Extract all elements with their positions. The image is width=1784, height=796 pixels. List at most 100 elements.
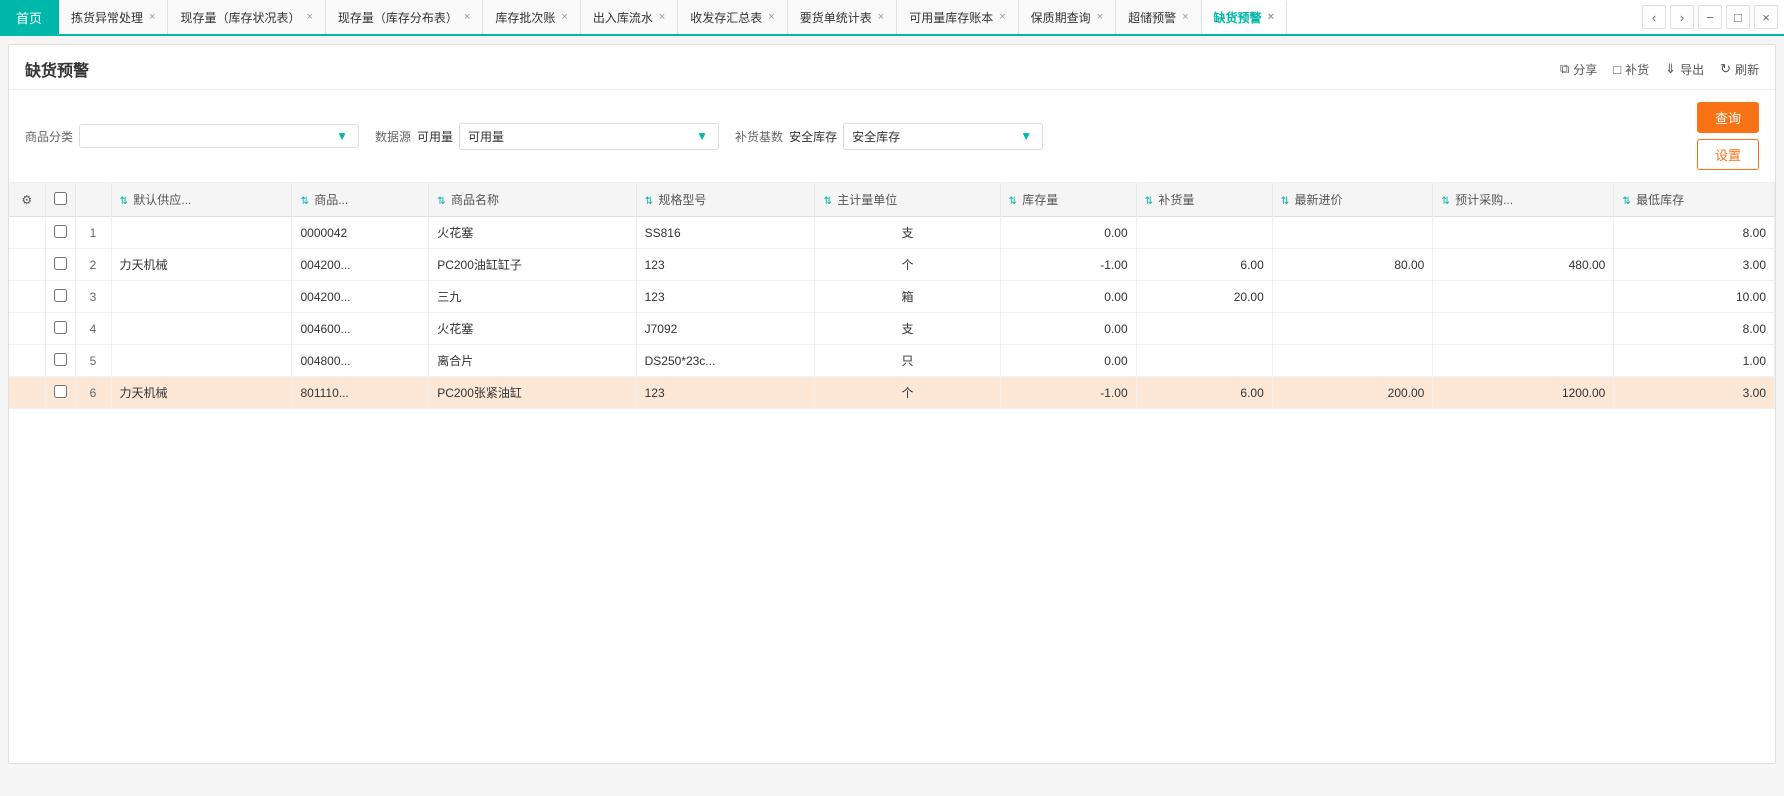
datasource-value: 可用量 bbox=[417, 128, 453, 145]
goods-name-sort-icon: ⇅ bbox=[437, 196, 445, 207]
tab-stock2[interactable]: 现存量（库存分布表） × bbox=[326, 0, 483, 34]
tab-overstock[interactable]: 超储预警× bbox=[1116, 0, 1201, 34]
row-gear-3 bbox=[9, 313, 45, 345]
export-label: 导出 bbox=[1680, 61, 1704, 78]
col-replenish-header[interactable]: ⇅ 补货量 bbox=[1136, 183, 1272, 217]
tab-close-stock2[interactable]: × bbox=[464, 11, 470, 23]
tab-close-receive[interactable]: × bbox=[768, 11, 774, 23]
col-spec-header[interactable]: ⇅ 规格型号 bbox=[636, 183, 815, 217]
tab-label-stock2: 现存量（库存分布表） bbox=[338, 9, 458, 26]
tab-inout[interactable]: 出入库流水× bbox=[581, 0, 678, 34]
tab-close-expiry[interactable]: × bbox=[1097, 11, 1103, 23]
col-goods-code-header[interactable]: ⇅ 商品... bbox=[292, 183, 429, 217]
tab-close-shortage[interactable]: × bbox=[1268, 11, 1274, 23]
tab-close-abnormal[interactable]: × bbox=[149, 11, 155, 23]
category-select[interactable]: ▼ bbox=[79, 124, 359, 148]
replenish-base-selected: 安全库存 bbox=[852, 128, 900, 145]
share-action[interactable]: ⧉ 分享 bbox=[1560, 61, 1597, 78]
tab-minimize-btn[interactable]: − bbox=[1698, 5, 1722, 29]
tab-batch[interactable]: 库存批次账 × bbox=[483, 0, 580, 34]
min-stock-sort-icon: ⇅ bbox=[1622, 196, 1630, 207]
query-button[interactable]: 查询 bbox=[1697, 102, 1759, 133]
table-body: 10000042火花塞SS816支0.008.002力天机械004200...P… bbox=[9, 217, 1775, 409]
row-checkbox-5[interactable] bbox=[54, 385, 67, 398]
row-checkbox-cell-3 bbox=[45, 313, 75, 345]
col-est-purchase-header[interactable]: ⇅ 预计采购... bbox=[1433, 183, 1614, 217]
tab-label-demand: 要货单统计表 bbox=[800, 9, 872, 26]
share-label: 分享 bbox=[1573, 61, 1597, 78]
filter-bar: 商品分类 ▼ 数据源 可用量 可用量 ▼ 补货基数 安全库存 安全库存 bbox=[9, 90, 1775, 183]
datasource-select[interactable]: 可用量 ▼ bbox=[459, 123, 719, 150]
min-stock-header-label: 最低库存 bbox=[1636, 193, 1684, 207]
gear-icon[interactable]: ⚙ bbox=[17, 193, 37, 207]
row-supplier-3 bbox=[111, 313, 292, 345]
table-row: 2力天机械004200...PC200油缸缸子123个-1.006.0080.0… bbox=[9, 249, 1775, 281]
replenish-base-label: 补货基数 bbox=[735, 128, 783, 145]
table-row: 6力天机械801110...PC200张紧油缸123个-1.006.00200.… bbox=[9, 377, 1775, 409]
export-action[interactable]: ⇓ 导出 bbox=[1665, 61, 1704, 78]
tab-prev-btn[interactable]: ‹ bbox=[1642, 5, 1666, 29]
row-checkbox-cell-0 bbox=[45, 217, 75, 249]
row-seq-4: 5 bbox=[75, 345, 111, 377]
col-min-stock-header[interactable]: ⇅ 最低库存 bbox=[1614, 183, 1775, 217]
col-stock-header[interactable]: ⇅ 库存量 bbox=[1000, 183, 1136, 217]
row-gear-4 bbox=[9, 345, 45, 377]
row-latest_price-0 bbox=[1272, 217, 1433, 249]
col-unit-header[interactable]: ⇅ 主计量单位 bbox=[815, 183, 1000, 217]
tab-receive[interactable]: 收发存汇总表× bbox=[678, 0, 787, 34]
tab-label-abnormal: 拣货异常处理 bbox=[71, 9, 143, 26]
datasource-label: 数据源 bbox=[375, 128, 411, 145]
tab-close-demand[interactable]: × bbox=[878, 11, 884, 23]
row-unit-3: 支 bbox=[815, 313, 1000, 345]
tab-close-batch[interactable]: × bbox=[561, 11, 567, 23]
tab-label-batch: 库存批次账 bbox=[495, 9, 555, 26]
row-est_purchase-4 bbox=[1433, 345, 1614, 377]
category-arrow-icon: ▼ bbox=[336, 129, 348, 143]
tab-stock1[interactable]: 现存量（库存状况表） × bbox=[168, 0, 325, 34]
tab-demand[interactable]: 要货单统计表 × bbox=[788, 0, 897, 34]
tab-close-stock1[interactable]: × bbox=[306, 11, 312, 23]
row-checkbox-2[interactable] bbox=[54, 289, 67, 302]
tab-abnormal[interactable]: 拣货异常处理 × bbox=[59, 0, 168, 34]
refresh-icon: ↻ bbox=[1720, 61, 1731, 77]
tab-close-inout[interactable]: × bbox=[659, 11, 665, 23]
row-stock-4: 0.00 bbox=[1000, 345, 1136, 377]
replenish-action[interactable]: □ 补货 bbox=[1613, 61, 1649, 78]
est-purchase-sort-icon: ⇅ bbox=[1441, 196, 1449, 207]
home-label: 首页 bbox=[16, 8, 42, 27]
tab-available[interactable]: 可用量库存账本× bbox=[897, 0, 1018, 34]
row-checkbox-0[interactable] bbox=[54, 225, 67, 238]
settings-button[interactable]: 设置 bbox=[1697, 139, 1759, 170]
row-min_stock-2: 10.00 bbox=[1614, 281, 1775, 313]
tab-next-btn[interactable]: › bbox=[1670, 5, 1694, 29]
supplier-sort-icon: ⇅ bbox=[120, 196, 128, 207]
tab-close-btn[interactable]: × bbox=[1754, 5, 1778, 29]
row-checkbox-4[interactable] bbox=[54, 353, 67, 366]
select-all-checkbox[interactable] bbox=[54, 192, 67, 205]
row-checkbox-1[interactable] bbox=[54, 257, 67, 270]
category-filter-group: 商品分类 ▼ bbox=[25, 124, 359, 148]
refresh-action[interactable]: ↻ 刷新 bbox=[1720, 61, 1759, 78]
tab-close-available[interactable]: × bbox=[999, 11, 1005, 23]
col-seq-header bbox=[75, 183, 111, 217]
tab-shortage[interactable]: 缺货预警× bbox=[1202, 1, 1287, 34]
row-checkbox-cell-2 bbox=[45, 281, 75, 313]
row-stock-3: 0.00 bbox=[1000, 313, 1136, 345]
row-replenish-3 bbox=[1136, 313, 1272, 345]
replenish-base-select[interactable]: 安全库存 ▼ bbox=[843, 123, 1043, 150]
row-goods_code-2: 004200... bbox=[292, 281, 429, 313]
row-latest_price-1: 80.00 bbox=[1272, 249, 1433, 281]
tab-home[interactable]: 首页 bbox=[0, 0, 59, 34]
row-supplier-1: 力天机械 bbox=[111, 249, 292, 281]
tab-label-expiry: 保质期查询 bbox=[1031, 9, 1091, 26]
tab-close-overstock[interactable]: × bbox=[1182, 11, 1188, 23]
row-checkbox-3[interactable] bbox=[54, 321, 67, 334]
tab-label-stock1: 现存量（库存状况表） bbox=[180, 9, 300, 26]
tab-maximize-btn[interactable]: □ bbox=[1726, 5, 1750, 29]
row-replenish-0 bbox=[1136, 217, 1272, 249]
col-goods-name-header[interactable]: ⇅ 商品名称 bbox=[429, 183, 636, 217]
tab-expiry[interactable]: 保质期查询 × bbox=[1019, 0, 1116, 34]
col-supplier-header[interactable]: ⇅ 默认供应... bbox=[111, 183, 292, 217]
row-est_purchase-0 bbox=[1433, 217, 1614, 249]
col-latest-price-header[interactable]: ⇅ 最新进价 bbox=[1272, 183, 1433, 217]
